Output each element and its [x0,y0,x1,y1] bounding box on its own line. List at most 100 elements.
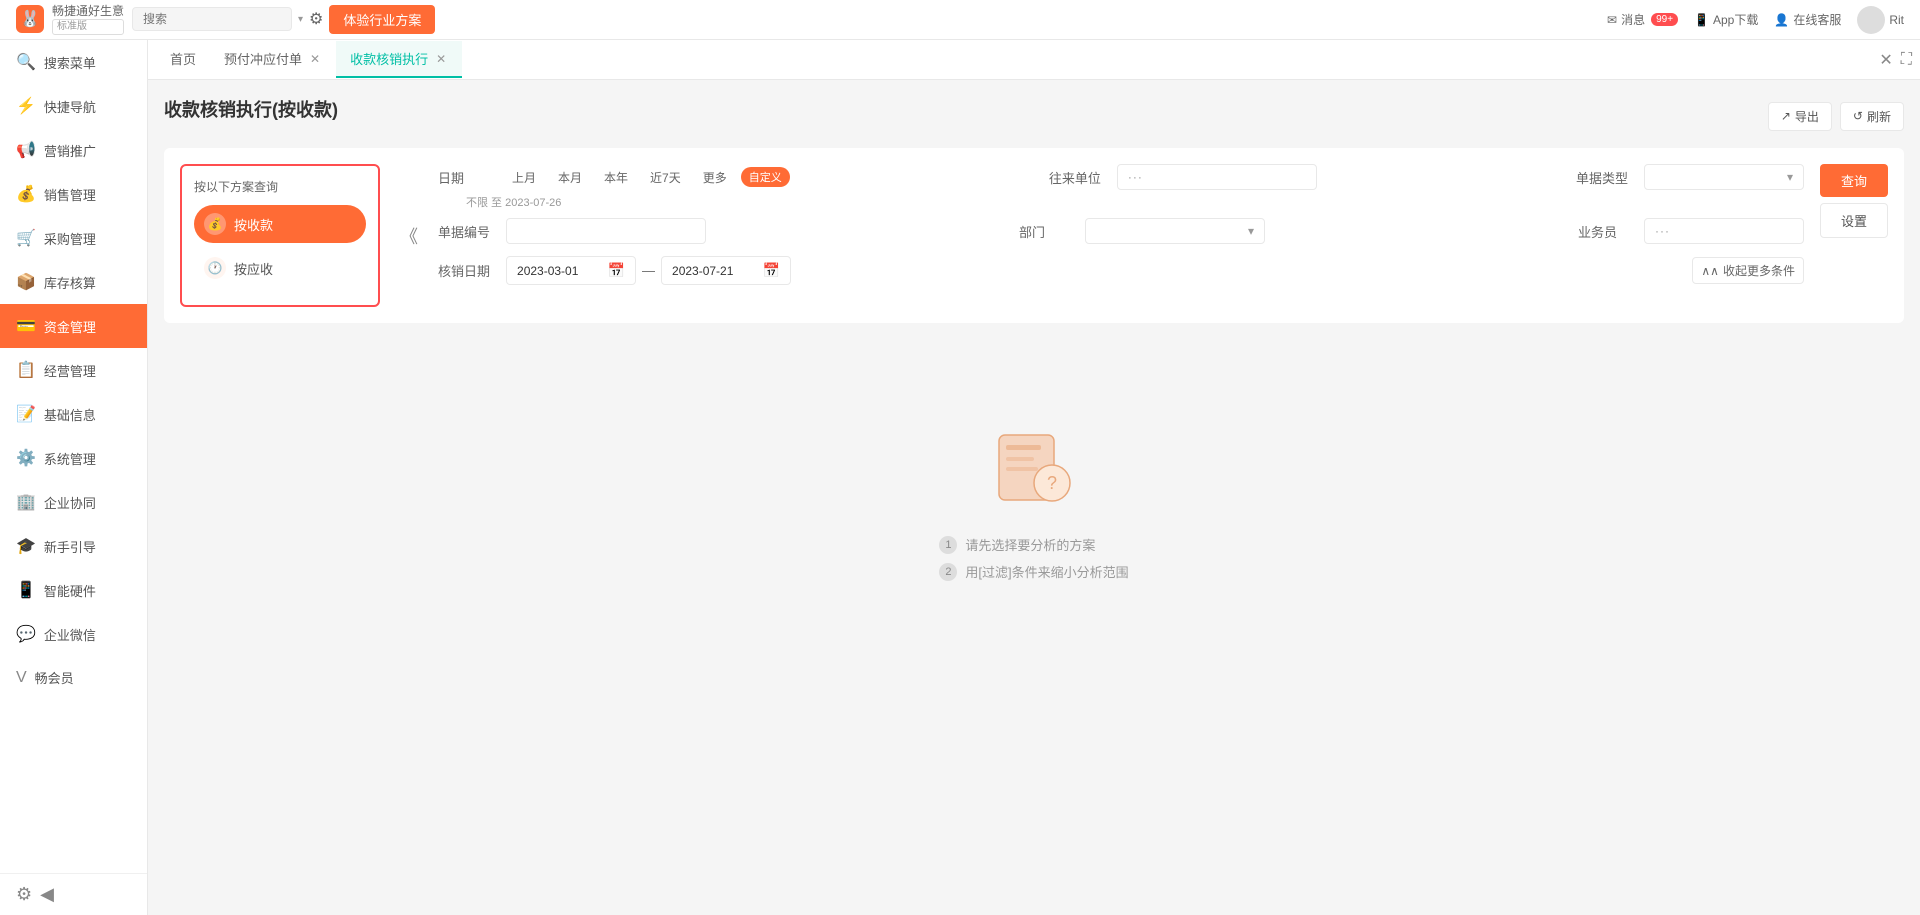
filter-right-panel: 日期 上月 本月 本年 近7天 更多 自定义 往来单位 ··· [438,164,1804,307]
refresh-button[interactable]: ↺ 刷新 [1840,102,1904,131]
message-action[interactable]: ✉ 消息 99+ [1607,11,1678,28]
cal-from-icon[interactable]: 📅 [608,262,625,279]
tab-collection[interactable]: 收款核销执行 ✕ [336,41,462,78]
writeoff-date-to-val: 2023-07-21 [672,264,733,278]
salesperson-dots: ··· [1655,224,1670,238]
sidebar-settings-btn[interactable]: ⚙ [16,884,32,905]
marketing-icon: 📢 [16,140,36,160]
app-download-action[interactable]: 📱 App下载 [1694,11,1758,28]
guide-icon: 🎓 [16,536,36,556]
sidebar-item-system[interactable]: ⚙️ 系统管理 [0,436,147,480]
sidebar-item-member[interactable]: V 畅会员 [0,656,147,699]
writeoff-date-group: 2023-03-01 📅 — 2023-07-21 📅 [506,256,791,285]
industry-button[interactable]: 体验行业方案 [329,5,435,34]
sidebar-item-funds[interactable]: 💳 资金管理 [0,304,147,348]
basic-info-icon: 📝 [16,404,36,424]
sidebar-item-guide[interactable]: 🎓 新手引导 [0,524,147,568]
doc-no-input[interactable] [506,218,706,244]
sidebar-item-operations[interactable]: 📋 经营管理 [0,348,147,392]
system-icon: ⚙️ [16,448,36,468]
action-buttons: 查询 设置 [1820,164,1888,307]
user-info[interactable]: Rit [1857,6,1904,34]
doc-type-arrow: ▾ [1787,170,1793,184]
sidebar-item-enterprise[interactable]: 🏢 企业协同 [0,480,147,524]
writeoff-date-from[interactable]: 2023-03-01 📅 [506,256,636,285]
date-label: 日期 [438,168,488,187]
sidebar-item-smart-hardware[interactable]: 📱 智能硬件 [0,568,147,612]
dept-arrow: ▾ [1248,224,1254,238]
by-receipt-icon: 💰 [204,213,226,235]
filter-option-by-receipt[interactable]: 💰 按收款 [194,205,366,243]
date-this-year[interactable]: 本年 [596,167,636,188]
date-custom-badge[interactable]: 自定义 [741,167,790,187]
sidebar-item-inventory[interactable]: 📦 库存核算 [0,260,147,304]
empty-tips: 1 请先选择要分析的方案 2 用[过滤]条件来缩小分析范围 [939,535,1128,581]
sidebar-item-quick-nav[interactable]: ⚡ 快捷导航 [0,84,147,128]
wechat-icon: 💬 [16,624,36,644]
empty-tip-2: 2 用[过滤]条件来缩小分析范围 [939,562,1128,581]
sidebar-item-wechat[interactable]: 💬 企业微信 [0,612,147,656]
filter-collapse-btn[interactable]: 《 [396,164,422,307]
tab-bar: 首页 预付冲应付单 ✕ 收款核销执行 ✕ ✕ ⛶ [148,40,1920,80]
tab-expand-btn[interactable]: ⛶ [1901,50,1912,70]
collapse-more-icon: ∧∧ [1701,264,1719,278]
user-name: Rit [1889,13,1904,27]
tip-text-2: 用[过滤]条件来缩小分析范围 [965,562,1128,581]
dept-select[interactable]: ▾ [1085,218,1265,244]
cal-to-icon[interactable]: 📅 [763,262,780,279]
doc-type-select[interactable]: ▾ [1644,164,1804,190]
export-button[interactable]: ↗ 导出 [1768,102,1832,131]
date-more[interactable]: 更多 [695,167,735,188]
app-icon: 📱 [1694,13,1709,27]
sidebar-label-search-menu: 搜索菜单 [44,53,96,72]
sidebar-label-wechat: 企业微信 [44,625,96,644]
sidebar-item-marketing[interactable]: 📢 营销推广 [0,128,147,172]
page-title: 收款核销执行(按收款) [164,96,338,122]
sidebar-item-basic-info[interactable]: 📝 基础信息 [0,392,147,436]
tab-prepay-close[interactable]: ✕ [308,51,322,67]
doc-no-label: 单据编号 [438,222,490,241]
salesperson-select[interactable]: ··· [1644,218,1804,244]
sidebar-collapse-btn[interactable]: ◀ [40,884,54,905]
tip-text-1: 请先选择要分析的方案 [965,535,1095,554]
customer-service-action[interactable]: 👤 在线客服 [1774,11,1841,28]
date-this-month[interactable]: 本月 [550,167,590,188]
counterparty-label: 往来单位 [1049,168,1101,187]
dropdown-arrow-icon[interactable]: ▾ [298,14,303,25]
gear-button[interactable]: ⚙ [309,9,323,29]
funds-icon: 💳 [16,316,36,336]
writeoff-date-from-val: 2023-03-01 [517,264,578,278]
filter-left-panel: 按以下方案查询 💰 按收款 🕐 按应收 [180,164,380,307]
query-button[interactable]: 查询 [1820,164,1888,197]
quick-nav-icon: ⚡ [16,96,36,116]
sidebar-label-member: 畅会员 [35,668,74,687]
date-shortcuts: 上月 本月 本年 近7天 更多 自定义 [504,167,790,188]
tab-collection-close[interactable]: ✕ [434,51,448,67]
tab-prepay[interactable]: 预付冲应付单 ✕ [210,41,336,78]
sidebar-item-purchase[interactable]: 🛒 采购管理 [0,216,147,260]
setting-button[interactable]: 设置 [1820,203,1888,238]
date-last-month[interactable]: 上月 [504,167,544,188]
top-header: 🐰 畅捷通好生意 标准版 ▾ ⚙ 体验行业方案 ✉ 消息 99+ 📱 App下载… [0,0,1920,40]
sidebar-label-inventory: 库存核算 [44,273,96,292]
sidebar-item-sales[interactable]: 💰 销售管理 [0,172,147,216]
counterparty-dots: ··· [1128,170,1143,184]
page-header-bar: 收款核销执行(按收款) ↗ 导出 ↺ 刷新 [164,96,1904,136]
writeoff-date-to[interactable]: 2023-07-21 📅 [661,256,791,285]
date-no-limit: 不限 至 2023-07-26 [466,197,561,209]
header-right: ✉ 消息 99+ 📱 App下载 👤 在线客服 Rit [1607,6,1904,34]
sidebar-item-search-menu[interactable]: 🔍 搜索菜单 [0,40,147,84]
header-search-input[interactable] [132,7,292,31]
brand-tag: 标准版 [52,19,124,35]
writeoff-date-label: 核销日期 [438,261,490,280]
collapse-more-btn[interactable]: ∧∧ 收起更多条件 [1692,257,1804,284]
tab-home[interactable]: 首页 [156,41,210,78]
refresh-icon: ↺ [1853,109,1863,123]
filter-option-by-receivable[interactable]: 🕐 按应收 [194,249,366,287]
date-7days[interactable]: 近7天 [642,167,689,188]
export-icon: ↗ [1781,109,1791,123]
sidebar-label-enterprise: 企业协同 [44,493,96,512]
tab-close-btn[interactable]: ✕ [1879,50,1892,70]
dept-label: 部门 [1019,222,1069,241]
counterparty-select[interactable]: ··· [1117,164,1317,190]
